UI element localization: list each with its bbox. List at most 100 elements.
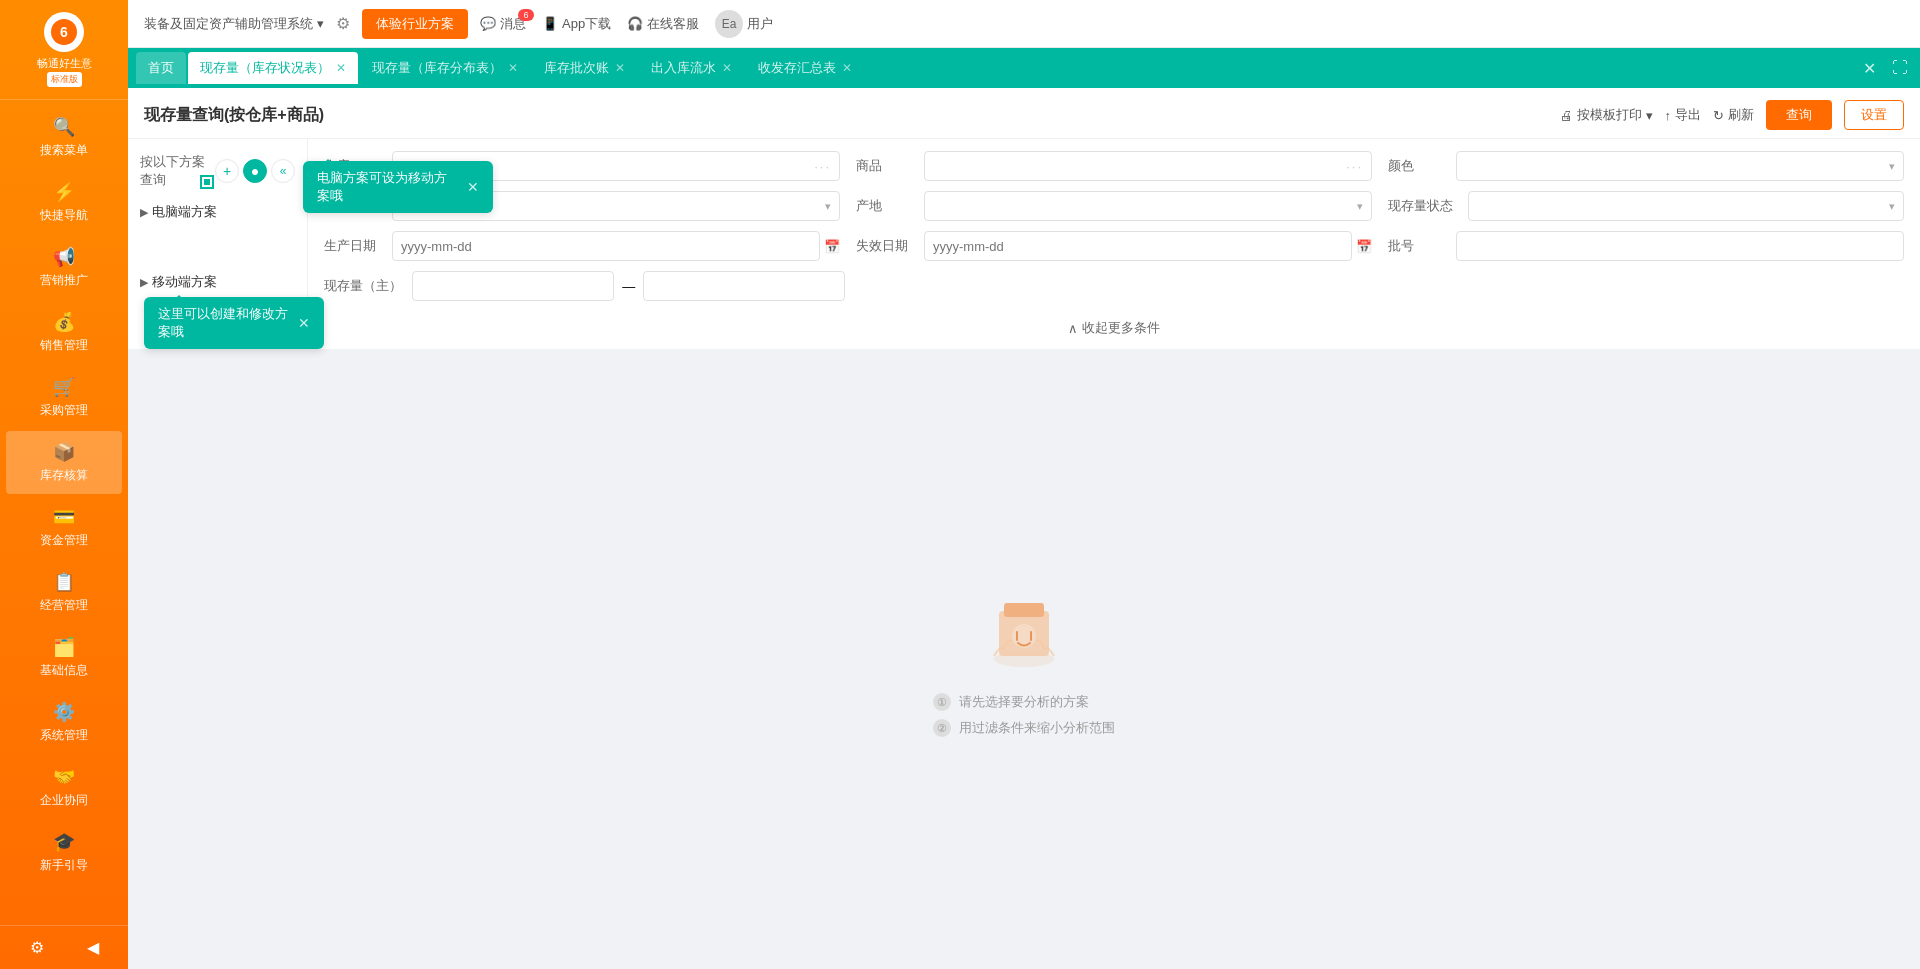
batch-number-input[interactable] [1456, 231, 1904, 261]
pc-scheme-label: 电脑端方案 [152, 203, 217, 221]
print-button[interactable]: 🖨 按模板打印 ▾ [1560, 106, 1653, 124]
app-header: 装备及固定资产辅助管理系统 ▾ ⚙ 体验行业方案 💬 消息 6 📱 App下载 … [128, 0, 1920, 48]
tab-close-icon[interactable]: ✕ [508, 61, 518, 75]
sidebar-item-search[interactable]: 🔍 搜索菜单 [6, 106, 122, 169]
tab-close-icon[interactable]: ✕ [842, 61, 852, 75]
expiry-date-label: 失效日期 [856, 237, 916, 255]
tab-bar-actions: ✕ ⛶ [1859, 55, 1912, 82]
tab-collect-summary[interactable]: 收发存汇总表 ✕ [746, 52, 864, 84]
search-button[interactable]: 查询 [1766, 100, 1832, 130]
tab-label: 现存量（库存分布表） [372, 59, 502, 77]
sidebar-item-purchase[interactable]: 🛒 采购管理 [6, 366, 122, 429]
inventory-status-select[interactable]: ▾ [1468, 191, 1904, 221]
production-date-label: 生产日期 [324, 237, 384, 255]
sidebar-item-inventory[interactable]: 📦 库存核算 [6, 431, 122, 494]
headset-icon: 🎧 [627, 16, 643, 31]
color-select[interactable]: ▾ [1456, 151, 1904, 181]
tab-inout-flow[interactable]: 出入库流水 ✕ [639, 52, 744, 84]
svg-rect-4 [1004, 603, 1044, 617]
tab-inventory-status[interactable]: 现存量（库存状况表） ✕ [188, 52, 358, 84]
inventory-status-label: 现存量状态 [1388, 197, 1460, 215]
sidebar-item-label: 企业协同 [40, 792, 88, 809]
header-settings-icon[interactable]: ⚙ [336, 14, 350, 33]
sidebar-item-label: 系统管理 [40, 727, 88, 744]
add-scheme-button[interactable]: + [215, 159, 239, 183]
sidebar-item-quicknav[interactable]: ⚡ 快捷导航 [6, 171, 122, 234]
tab-inventory-dist[interactable]: 现存量（库存分布表） ✕ [360, 52, 530, 84]
inventory-qty-max-input[interactable] [643, 271, 845, 301]
sidebar-item-sales[interactable]: 💰 销售管理 [6, 301, 122, 364]
back-button[interactable]: « [271, 159, 295, 183]
sidebar-item-marketing[interactable]: 📢 营销推广 [6, 236, 122, 299]
mobile-scheme-group-header[interactable]: ▶ 移动端方案 [140, 269, 295, 295]
edit-scheme-button[interactable]: ● [243, 159, 267, 183]
pc-scheme-group-header[interactable]: ▶ 电脑端方案 [140, 199, 295, 225]
sidebar-item-finance[interactable]: 💳 资金管理 [6, 496, 122, 559]
production-date-inputs: 📅 [392, 231, 840, 261]
notification-button[interactable]: 💬 消息 6 [480, 15, 526, 33]
expiry-date-start-input[interactable] [924, 231, 1352, 261]
dropdown-arrow-icon: ▾ [317, 16, 324, 31]
filter-fields: 仓库 ··· 商品 ··· [308, 139, 1920, 349]
notification-badge: 6 [518, 9, 534, 21]
scheme-action-buttons: + ● « [215, 159, 295, 183]
sidebar-footer: ⚙ ◀ [0, 925, 128, 969]
svg-point-5 [1012, 624, 1036, 648]
batch-number-label: 批号 [1388, 237, 1448, 255]
user-menu-button[interactable]: Ea 用户 [715, 10, 773, 38]
origin-label: 产地 [856, 197, 916, 215]
calendar-icon-1: 📅 [824, 239, 840, 254]
sidebar-item-cooperation[interactable]: 🤝 企业协同 [6, 756, 122, 819]
collapse-button[interactable]: ∧ 收起更多条件 [324, 311, 1904, 337]
product-select[interactable]: ··· [924, 151, 1372, 181]
sidebar-item-operations[interactable]: 📋 经营管理 [6, 561, 122, 624]
quicknav-icon: ⚡ [53, 181, 75, 203]
tooltip-close-button[interactable]: ✕ [467, 179, 479, 195]
tab-batch-account[interactable]: 库存批次账 ✕ [532, 52, 637, 84]
scheme-indicator-dot [202, 177, 212, 187]
export-button[interactable]: ↑ 导出 [1665, 106, 1702, 124]
color-label: 颜色 [1388, 157, 1448, 175]
tab-close-icon[interactable]: ✕ [615, 61, 625, 75]
edit-scheme-tooltip: 这里可以创建和修改方案哦 ✕ [144, 297, 324, 349]
tip-num-1: ① [933, 693, 951, 711]
pc-scheme-tooltip: 电脑方案可设为移动方案哦 ✕ [303, 161, 493, 213]
warehouse-dots: ··· [814, 159, 831, 174]
tooltip-text: 电脑方案可设为移动方案哦 [317, 169, 457, 205]
tip-num-2: ② [933, 719, 951, 737]
color-field: 颜色 ▾ [1388, 151, 1904, 181]
page-title: 现存量查询(按仓库+商品) [144, 105, 324, 126]
tooltip2-close-button[interactable]: ✕ [298, 315, 310, 331]
tab-home[interactable]: 首页 [136, 52, 186, 84]
tab-label: 出入库流水 [651, 59, 716, 77]
tab-close-icon[interactable]: ✕ [722, 61, 732, 75]
inventory-qty-field: 现存量（主） — [324, 271, 845, 301]
origin-select[interactable]: ▾ [924, 191, 1372, 221]
production-date-start-input[interactable] [392, 231, 820, 261]
tab-close-icon[interactable]: ✕ [336, 61, 346, 75]
sidebar-settings-button[interactable]: ⚙ [26, 934, 48, 961]
reset-button[interactable]: 设置 [1844, 100, 1904, 130]
trial-industry-button[interactable]: 体验行业方案 [362, 9, 468, 39]
system-name-dropdown[interactable]: 装备及固定资产辅助管理系统 ▾ [144, 15, 324, 33]
online-service-button[interactable]: 🎧 在线客服 [627, 15, 699, 33]
app-download-button[interactable]: 📱 App下载 [542, 15, 611, 33]
sidebar-collapse-button[interactable]: ◀ [83, 934, 103, 961]
dropdown-icon: ▾ [1646, 108, 1653, 123]
sidebar-item-basicinfo[interactable]: 🗂️ 基础信息 [6, 626, 122, 689]
sidebar-item-guide[interactable]: 🎓 新手引导 [6, 821, 122, 884]
phone-icon: 📱 [542, 16, 558, 31]
svg-text:6: 6 [60, 24, 68, 40]
empty-illustration [974, 581, 1074, 681]
tab-fullscreen-button[interactable]: ⛶ [1888, 55, 1912, 82]
header-right-actions: 💬 消息 6 📱 App下载 🎧 在线客服 Ea 用户 [480, 10, 773, 38]
inventory-qty-label: 现存量（主） [324, 277, 404, 295]
refresh-button[interactable]: ↻ 刷新 [1713, 106, 1754, 124]
tab-close-all-button[interactable]: ✕ [1859, 55, 1880, 82]
sidebar-item-sysmanage[interactable]: ⚙️ 系统管理 [6, 691, 122, 754]
export-icon: ↑ [1665, 108, 1672, 123]
inventory-icon: 📦 [53, 441, 75, 463]
main-content: 装备及固定资产辅助管理系统 ▾ ⚙ 体验行业方案 💬 消息 6 📱 App下载 … [128, 0, 1920, 969]
page-content: 现存量查询(按仓库+商品) 🖨 按模板打印 ▾ ↑ 导出 ↻ 刷新 [128, 88, 1920, 969]
inventory-qty-min-input[interactable] [412, 271, 614, 301]
